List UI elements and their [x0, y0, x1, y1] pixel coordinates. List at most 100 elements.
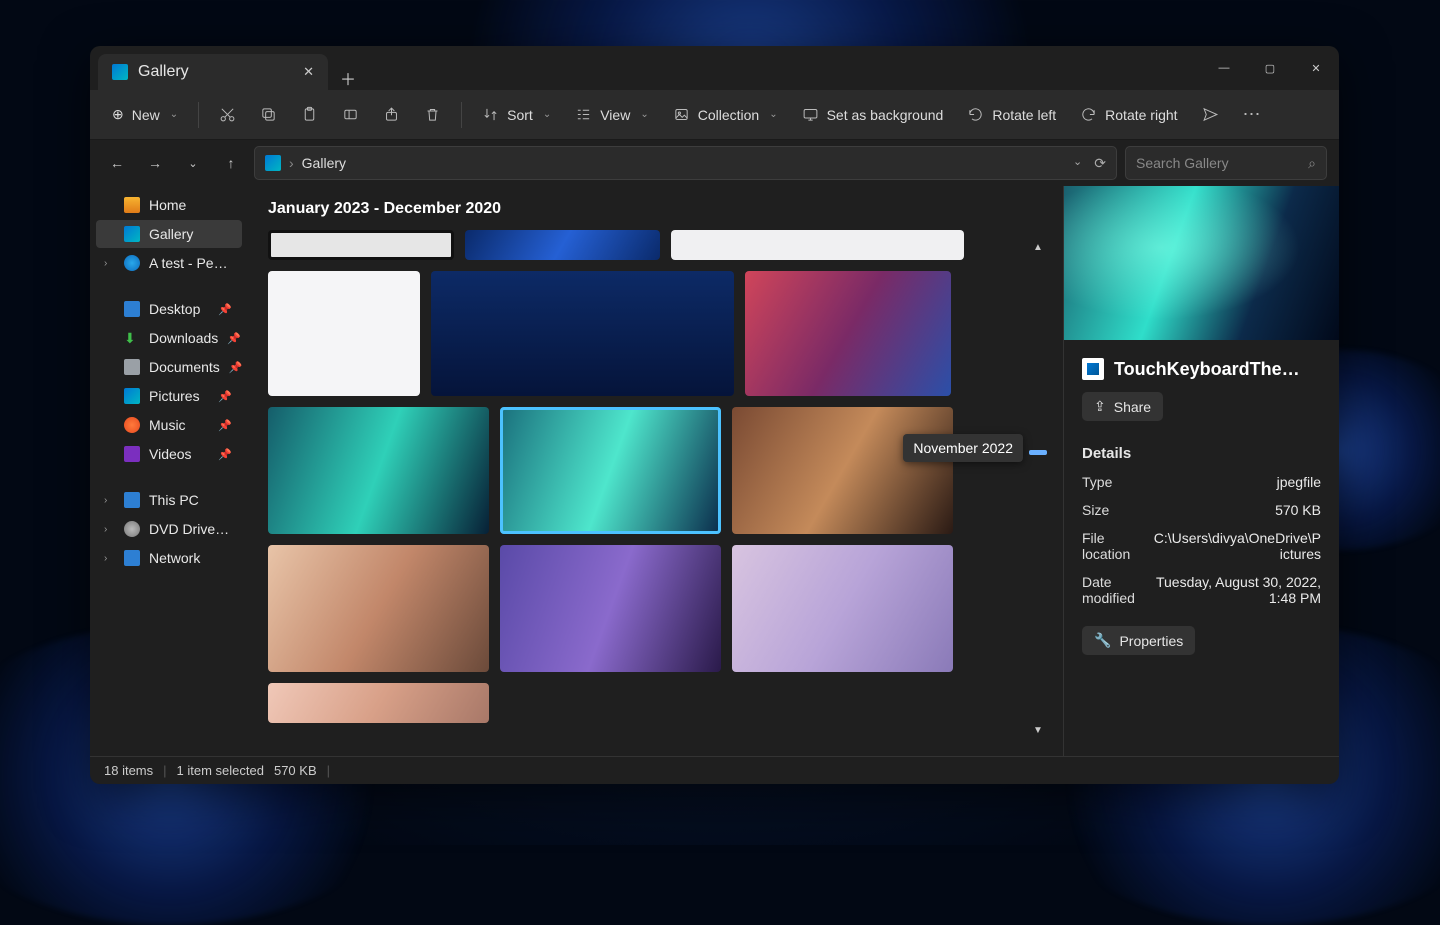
caret-down-icon: ⌄	[640, 109, 648, 120]
sidebar-item-music[interactable]: Music 📌	[96, 411, 242, 439]
document-icon	[124, 359, 140, 375]
date-range-header: January 2023 - December 2020	[268, 200, 1043, 218]
chevron-right-icon: ›	[289, 155, 294, 171]
sidebar-item-home[interactable]: Home	[96, 191, 242, 219]
desktop-icon	[802, 106, 819, 123]
thumbnail[interactable]	[745, 271, 951, 396]
sort-button[interactable]: Sort ⌄	[472, 100, 561, 129]
status-bar: 18 items | 1 item selected 570 KB |	[90, 756, 1339, 784]
thumbnail[interactable]	[465, 230, 660, 260]
view-button[interactable]: View ⌄	[565, 100, 658, 129]
scroll-up-icon[interactable]: ▲	[1027, 242, 1049, 253]
chevron-right-icon[interactable]: ›	[104, 495, 107, 506]
scroll-down-icon[interactable]: ▼	[1027, 725, 1049, 736]
thumbnail[interactable]	[268, 230, 454, 260]
cut-button[interactable]	[209, 100, 246, 129]
paste-button[interactable]	[291, 100, 328, 129]
chevron-right-icon[interactable]: ›	[104, 553, 107, 564]
tab-title: Gallery	[138, 63, 189, 81]
sidebar-item-desktop[interactable]: Desktop 📌	[96, 295, 242, 323]
pin-icon[interactable]: 📌	[227, 332, 241, 345]
set-background-button[interactable]: Set as background	[792, 100, 954, 129]
sidebar-item-downloads[interactable]: ⬇ Downloads 📌	[96, 324, 242, 352]
close-window-button[interactable]: ✕	[1293, 46, 1339, 90]
gallery-icon	[124, 226, 140, 242]
address-bar[interactable]: › Gallery ⌄ ⟳	[254, 146, 1117, 180]
search-placeholder: Search Gallery	[1136, 155, 1229, 171]
sidebar-item-dvd[interactable]: › DVD Drive (D:) CCC	[96, 515, 242, 543]
forward-button[interactable]: →	[140, 148, 170, 178]
breadcrumb-gallery[interactable]: Gallery	[302, 155, 346, 171]
back-button[interactable]: ←	[102, 148, 132, 178]
detail-size: Size 570 KB	[1082, 502, 1321, 518]
chevron-right-icon[interactable]: ›	[104, 258, 107, 269]
pin-icon[interactable]: 📌	[229, 361, 243, 374]
details-pane: TouchKeyboardThe… ⇪ Share Details Type j…	[1063, 186, 1339, 756]
chevron-right-icon[interactable]: ›	[104, 524, 107, 535]
scroll-indicator[interactable]	[1029, 450, 1047, 455]
gallery-main: January 2023 - December 2020	[248, 186, 1063, 756]
pin-icon[interactable]: 📌	[218, 419, 232, 432]
sidebar-item-documents[interactable]: Documents 📌	[96, 353, 242, 381]
thumbnail[interactable]	[431, 271, 734, 396]
download-icon: ⬇	[124, 330, 140, 346]
sidebar-item-videos[interactable]: Videos 📌	[96, 440, 242, 468]
up-button[interactable]: ↑	[216, 148, 246, 178]
refresh-button[interactable]: ⟳	[1094, 155, 1106, 172]
search-input[interactable]: Search Gallery ⌕	[1125, 146, 1327, 180]
thumbnail[interactable]	[500, 545, 721, 672]
close-tab-icon[interactable]: ✕	[303, 64, 314, 80]
sort-icon	[482, 106, 499, 123]
nav-row: ← → ⌄ ↑ › Gallery ⌄ ⟳ Search Gallery ⌕	[90, 140, 1339, 186]
sidebar: Home Gallery › A test - Personal Desktop…	[90, 186, 248, 756]
thumbnail[interactable]	[268, 545, 489, 672]
address-dropdown[interactable]: ⌄	[1073, 155, 1082, 172]
recent-dropdown[interactable]: ⌄	[178, 148, 208, 178]
search-icon: ⌕	[1308, 155, 1316, 172]
pin-icon[interactable]: 📌	[218, 303, 232, 316]
send-button[interactable]	[1192, 100, 1229, 129]
sidebar-item-gallery[interactable]: Gallery	[96, 220, 242, 248]
titlebar: Gallery ✕ ＋ ― ▢ ✕	[90, 46, 1339, 90]
pin-icon[interactable]: 📌	[218, 390, 232, 403]
share-toolbar-button[interactable]	[373, 100, 410, 129]
share-icon: ⇪	[1094, 398, 1106, 415]
home-icon	[124, 197, 140, 213]
collection-button[interactable]: Collection ⌄	[663, 100, 788, 129]
rotate-left-icon	[967, 106, 984, 123]
timeline-scrollbar[interactable]: ▲ November 2022 ▼	[1027, 242, 1049, 736]
detail-location: File location C:\Users\divya\OneDrive\Pi…	[1082, 530, 1321, 562]
thumbnail[interactable]	[732, 545, 953, 672]
thumbnail[interactable]	[671, 230, 964, 260]
rotate-right-button[interactable]: Rotate right	[1070, 100, 1187, 129]
sidebar-item-pictures[interactable]: Pictures 📌	[96, 382, 242, 410]
copy-button[interactable]	[250, 100, 287, 129]
thumbnail-selected[interactable]	[500, 407, 721, 534]
sidebar-item-thispc[interactable]: › This PC	[96, 486, 242, 514]
minimize-button[interactable]: ―	[1201, 46, 1247, 90]
thumbnail[interactable]	[268, 407, 489, 534]
maximize-button[interactable]: ▢	[1247, 46, 1293, 90]
delete-button[interactable]	[414, 100, 451, 129]
thumbnail[interactable]	[732, 407, 953, 534]
detail-modified: Date modified Tuesday, August 30, 2022, …	[1082, 574, 1321, 606]
more-button[interactable]: ⋯	[1233, 98, 1271, 131]
music-icon	[124, 417, 140, 433]
new-tab-button[interactable]: ＋	[328, 66, 368, 90]
thumbnail[interactable]	[268, 271, 420, 396]
video-icon	[124, 446, 140, 462]
status-selected-count: 1 item selected	[177, 763, 264, 778]
toolbar: ⊕ New ⌄ Sort ⌄ View ⌄ Collection ⌄ Set	[90, 90, 1339, 140]
rename-button[interactable]	[332, 100, 369, 129]
thumbnail-grid	[268, 230, 1043, 723]
tab-gallery[interactable]: Gallery ✕	[98, 54, 328, 90]
pin-icon[interactable]: 📌	[218, 448, 232, 461]
rotate-left-button[interactable]: Rotate left	[957, 100, 1066, 129]
sidebar-item-network[interactable]: › Network	[96, 544, 242, 572]
view-icon	[575, 106, 592, 123]
properties-button[interactable]: 🔧 Properties	[1082, 626, 1195, 655]
new-button[interactable]: ⊕ New ⌄	[102, 100, 188, 129]
thumbnail[interactable]	[268, 683, 489, 723]
sidebar-item-atest[interactable]: › A test - Personal	[96, 249, 242, 277]
share-button[interactable]: ⇪ Share	[1082, 392, 1163, 421]
